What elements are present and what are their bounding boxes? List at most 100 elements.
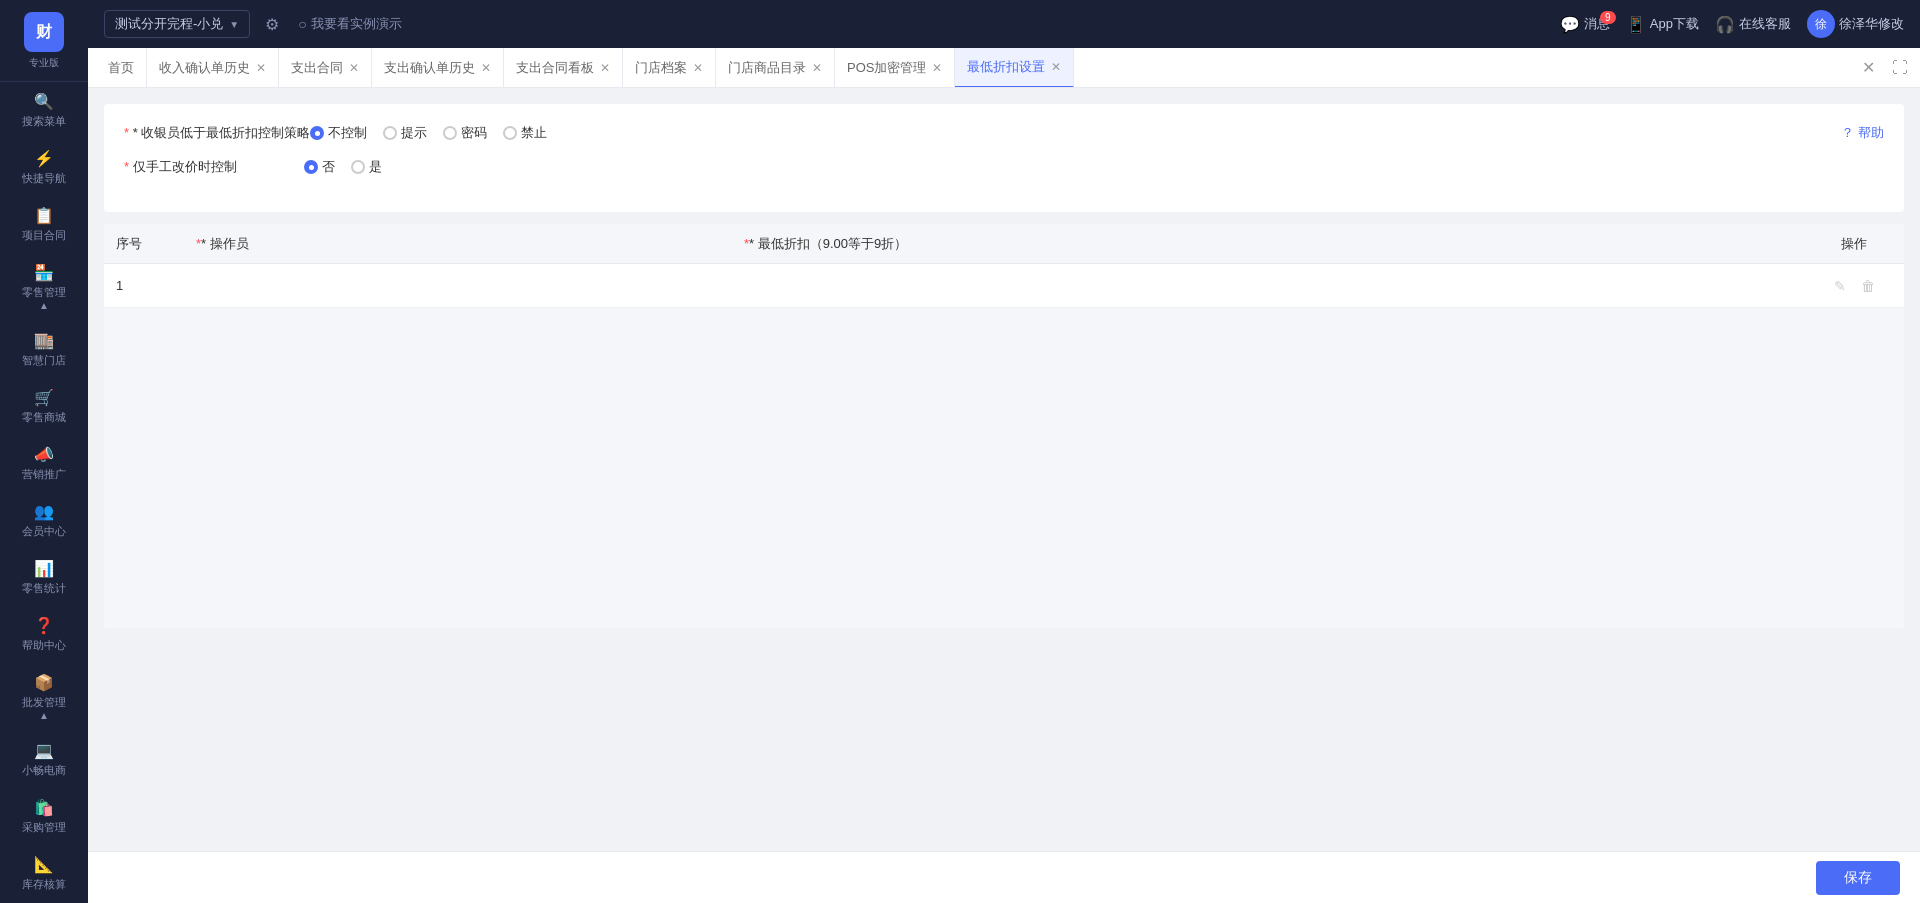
chevron-icon-10: ▲ xyxy=(39,710,49,721)
main-area: 测试分开完程-小兑 ▼ ⚙ 我要看实例演示 💬 消息 9 📱 App下载 🎧 在… xyxy=(88,0,1920,903)
radio-option-2-否[interactable]: 否 xyxy=(304,158,335,176)
sidebar-icon-6: 📣 xyxy=(34,445,54,464)
delete-btn-0[interactable]: 🗑 xyxy=(1856,274,1880,298)
sidebar-item-10[interactable]: 📦 批发管理 ▲ xyxy=(0,663,88,731)
tab-close-8[interactable]: ✕ xyxy=(1051,60,1061,74)
form-row-1: * * 收银员低于最低折扣控制策略 不控制 提示 密码 禁止 ？ 帮助 xyxy=(124,124,1884,142)
tab-2[interactable]: 支出合同✕ xyxy=(279,48,372,88)
sidebar-item-12[interactable]: 🛍️ 采购管理 xyxy=(0,788,88,845)
tab-3[interactable]: 支出确认单历史 ✕ xyxy=(372,48,504,88)
tabbar: 首页收入确认单历史✕支出合同✕支出确认单历史✕支出合同看板✕门店档案✕门店商品目… xyxy=(88,48,1920,88)
radio-circle-不控制 xyxy=(310,126,324,140)
radio-circle-禁止 xyxy=(503,126,517,140)
sidebar-item-11[interactable]: 💻 小畅电商 xyxy=(0,731,88,788)
sidebar-item-4[interactable]: 🏬 智慧门店 xyxy=(0,321,88,378)
col-discount-header: ** 最低折扣（9.00等于9折） xyxy=(732,235,1804,253)
radio-option-禁止[interactable]: 禁止 xyxy=(503,124,547,142)
radio-option-2-是[interactable]: 是 xyxy=(351,158,382,176)
radio-option-提示[interactable]: 提示 xyxy=(383,124,427,142)
save-button[interactable]: 保存 xyxy=(1816,861,1900,895)
topbar-settings-btn[interactable]: ⚙ xyxy=(258,10,286,38)
notifications-btn[interactable]: 💬 消息 9 xyxy=(1560,15,1610,34)
tab-5[interactable]: 门店档案✕ xyxy=(623,48,716,88)
sidebar-label-6: 营销推广 xyxy=(22,467,66,482)
online-service-btn[interactable]: 🎧 在线客服 xyxy=(1715,15,1791,34)
sidebar-icon-8: 📊 xyxy=(34,559,54,578)
sidebar-item-5[interactable]: 🛒 零售商城 xyxy=(0,378,88,435)
sidebar-icon-10: 📦 xyxy=(34,673,54,692)
tab-close-all-btn[interactable]: ✕ xyxy=(1856,56,1880,80)
discount-table: 序号 ** 操作员 ** 最低折扣（9.00等于9折） 操作 1 ✎ 🗑 xyxy=(104,224,1904,628)
radio-circle-2-是 xyxy=(351,160,365,174)
cell-index-0: 1 xyxy=(104,278,184,293)
sidebar: 财 专业版 🔍 搜索菜单 ⚡ 快捷导航 📋 项目合同 🏪 零售管理 ▲ 🏬 智慧… xyxy=(0,0,88,903)
tab-label-4: 支出合同看板 xyxy=(516,59,594,77)
sidebar-icon-13: 📐 xyxy=(34,855,54,874)
radio-group-2: 否 是 xyxy=(304,158,382,176)
sidebar-label-12: 采购管理 xyxy=(22,820,66,835)
radio-label-不控制: 不控制 xyxy=(328,124,367,142)
sidebar-item-0[interactable]: 🔍 搜索菜单 xyxy=(0,82,88,139)
radio-option-密码[interactable]: 密码 xyxy=(443,124,487,142)
sidebar-icon-4: 🏬 xyxy=(34,331,54,350)
sidebar-item-13[interactable]: 📐 库存核算 xyxy=(0,845,88,902)
radio-circle-密码 xyxy=(443,126,457,140)
project-selector[interactable]: 测试分开完程-小兑 ▼ xyxy=(104,10,250,38)
content-area: * * 收银员低于最低折扣控制策略 不控制 提示 密码 禁止 ？ 帮助 xyxy=(88,88,1920,851)
tab-expand-btn[interactable]: ⛶ xyxy=(1888,56,1912,80)
tab-close-5[interactable]: ✕ xyxy=(693,61,703,75)
user-menu[interactable]: 徐 徐泽华修改 xyxy=(1807,10,1904,38)
tab-label-3: 支出确认单历史 xyxy=(384,59,475,77)
tab-label-8: 最低折扣设置 xyxy=(967,58,1045,76)
sidebar-label-3: 零售管理 xyxy=(22,285,66,300)
tab-4[interactable]: 支出合同看板 ✕ xyxy=(504,48,623,88)
tab-1[interactable]: 收入确认单历史✕ xyxy=(147,48,279,88)
tab-close-7[interactable]: ✕ xyxy=(932,61,942,75)
tab-label-0: 首页 xyxy=(108,59,134,77)
col-action-header: 操作 xyxy=(1804,235,1904,253)
online-service-label: 在线客服 xyxy=(1739,15,1791,33)
sidebar-label-1: 快捷导航 xyxy=(22,171,66,186)
sidebar-label-0: 搜索菜单 xyxy=(22,114,66,129)
tab-8[interactable]: 最低折扣设置 ✕ xyxy=(955,48,1074,88)
tab-close-6[interactable]: ✕ xyxy=(812,61,822,75)
demo-link[interactable]: 我要看实例演示 xyxy=(298,15,401,33)
sidebar-item-7[interactable]: 👥 会员中心 xyxy=(0,492,88,549)
download-icon: 📱 xyxy=(1626,15,1646,34)
tab-close-1[interactable]: ✕ xyxy=(256,61,266,75)
sidebar-item-2[interactable]: 📋 项目合同 xyxy=(0,196,88,253)
app-download-label: App下载 xyxy=(1650,15,1699,33)
tab-7[interactable]: POS加密管理 ✕ xyxy=(835,48,955,88)
sidebar-item-6[interactable]: 📣 营销推广 xyxy=(0,435,88,492)
topbar: 测试分开完程-小兑 ▼ ⚙ 我要看实例演示 💬 消息 9 📱 App下载 🎧 在… xyxy=(88,0,1920,48)
tab-close-4[interactable]: ✕ xyxy=(600,61,610,75)
sidebar-label-5: 零售商城 xyxy=(22,410,66,425)
tab-6[interactable]: 门店商品目录✕ xyxy=(716,48,835,88)
tab-0[interactable]: 首页 xyxy=(96,48,147,88)
edit-btn-0[interactable]: ✎ xyxy=(1828,274,1852,298)
sidebar-item-3[interactable]: 🏪 零售管理 ▲ xyxy=(0,253,88,321)
radio-circle-提示 xyxy=(383,126,397,140)
sidebar-label-2: 项目合同 xyxy=(22,228,66,243)
radio-option-不控制[interactable]: 不控制 xyxy=(310,124,367,142)
sidebar-item-9[interactable]: ❓ 帮助中心 xyxy=(0,606,88,663)
sidebar-label-10: 批发管理 xyxy=(22,695,66,710)
table-header: 序号 ** 操作员 ** 最低折扣（9.00等于9折） 操作 xyxy=(104,224,1904,264)
sidebar-item-8[interactable]: 📊 零售统计 xyxy=(0,549,88,606)
tab-close-3[interactable]: ✕ xyxy=(481,61,491,75)
logo-icon: 财 xyxy=(24,12,64,52)
notifications-badge: 9 xyxy=(1600,11,1616,24)
chevron-down-icon: ▼ xyxy=(229,19,239,30)
col-operator-label: * 操作员 xyxy=(201,236,249,251)
sidebar-item-1[interactable]: ⚡ 快捷导航 xyxy=(0,139,88,196)
app-download-btn[interactable]: 📱 App下载 xyxy=(1626,15,1699,34)
chevron-icon-3: ▲ xyxy=(39,300,49,311)
required-mark-2: * xyxy=(124,159,129,174)
help-icon: ？ xyxy=(1841,124,1854,142)
tab-close-2[interactable]: ✕ xyxy=(349,61,359,75)
help-link[interactable]: ？ 帮助 xyxy=(1841,124,1884,142)
radio-label-2-是: 是 xyxy=(369,158,382,176)
cell-action-0: ✎ 🗑 xyxy=(1804,274,1904,298)
tab-label-7: POS加密管理 xyxy=(847,59,926,77)
form-row-2: * 仅手工改价时控制 否 是 xyxy=(124,158,1884,176)
